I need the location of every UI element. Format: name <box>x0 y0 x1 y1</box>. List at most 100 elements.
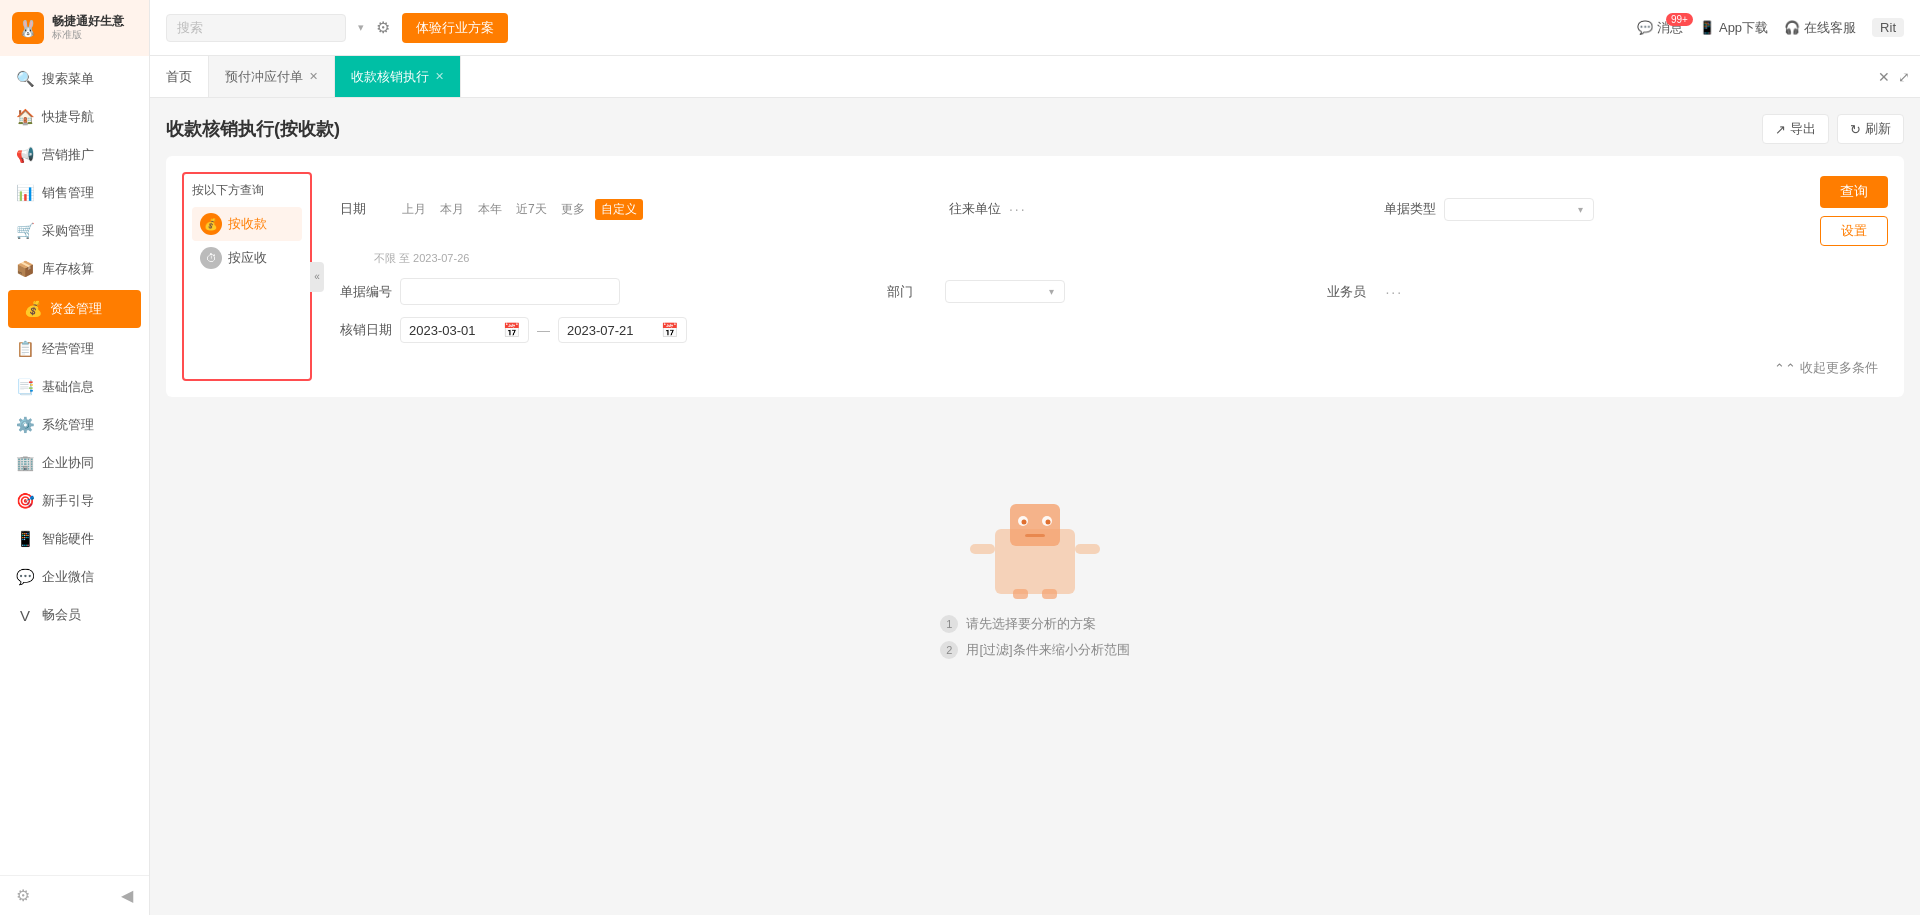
calendar-end-icon[interactable]: 📅 <box>661 322 678 338</box>
search-placeholder: 搜索 <box>177 19 203 37</box>
user-profile[interactable]: Rit <box>1872 18 1904 37</box>
collapse-sidebar-icon[interactable]: ◀ <box>121 886 133 905</box>
sidebar-item-label: 资金管理 <box>50 300 102 318</box>
filter-row-3: 核销日期 📅 — 📅 <box>340 317 1888 343</box>
query-type-by-receivable[interactable]: ⏱ 按应收 <box>192 241 302 275</box>
logo-subtitle: 标准版 <box>52 28 124 42</box>
tab-receipt-offset[interactable]: 收款核销执行 ✕ <box>335 56 461 97</box>
guide-icon: 🎯 <box>16 492 34 510</box>
search-box[interactable]: 搜索 <box>166 14 346 42</box>
sidebar-item-label: 经营管理 <box>42 340 94 358</box>
hardware-icon: 📱 <box>16 530 34 548</box>
settings-bottom-icon[interactable]: ⚙ <box>16 886 30 905</box>
date-shortcut-last-month[interactable]: 上月 <box>398 199 430 220</box>
tab-receipt-close-icon[interactable]: ✕ <box>435 70 444 83</box>
sidebar-item-label: 企业微信 <box>42 568 94 586</box>
export-icon: ↗ <box>1775 122 1786 137</box>
mobile-icon: 📱 <box>1699 20 1715 35</box>
sidebar-item-enterprise-collab[interactable]: 🏢 企业协同 <box>0 444 149 482</box>
salesperson-label: 业务员 <box>1327 283 1377 301</box>
marketing-icon: 📢 <box>16 146 34 164</box>
calendar-start-icon[interactable]: 📅 <box>503 322 520 338</box>
svg-point-4 <box>1022 520 1027 525</box>
close-window-icon[interactable]: ✕ <box>1878 69 1890 85</box>
sidebar-item-marketing[interactable]: 📢 营销推广 <box>0 136 149 174</box>
settings-icon[interactable]: ⚙ <box>376 18 390 37</box>
sidebar-item-guide[interactable]: 🎯 新手引导 <box>0 482 149 520</box>
query-button[interactable]: 查询 <box>1820 176 1888 208</box>
voucher-type-select[interactable]: ▾ <box>1444 198 1594 221</box>
finance-icon: 💰 <box>24 300 42 318</box>
writeoff-date-label: 核销日期 <box>340 321 392 339</box>
page-header-actions: ↗ 导出 ↻ 刷新 <box>1762 114 1904 144</box>
tab-prepay-offset[interactable]: 预付冲应付单 ✕ <box>209 56 335 97</box>
sidebar-item-inventory[interactable]: 📦 库存核算 <box>0 250 149 288</box>
date-shortcut-this-year[interactable]: 本年 <box>474 199 506 220</box>
sidebar-item-label: 采购管理 <box>42 222 94 240</box>
date-shortcut-7days[interactable]: 近7天 <box>512 199 551 220</box>
home-tab-label: 首页 <box>166 68 192 86</box>
system-icon: ⚙️ <box>16 416 34 434</box>
dropdown-arrow-icon[interactable]: ▾ <box>358 21 364 34</box>
sidebar-item-label: 销售管理 <box>42 184 94 202</box>
writeoff-end-date-input[interactable] <box>567 323 657 338</box>
filter-actions: 查询 设置 <box>1820 172 1888 246</box>
date-shortcuts: 上月 本月 本年 近7天 更多 自定义 <box>398 199 643 220</box>
salesperson-dots[interactable]: ··· <box>1385 284 1403 300</box>
sidebar-item-label: 智能硬件 <box>42 530 94 548</box>
purchase-icon: 🛒 <box>16 222 34 240</box>
partner-dots[interactable]: ··· <box>1009 201 1027 217</box>
sidebar-item-operations[interactable]: 📋 经营管理 <box>0 330 149 368</box>
dept-filter-item: 部门 ▾ <box>887 280 1312 303</box>
filter-row-1: 日期 上月 本月 本年 近7天 更多 自定义 往来单位 ··· <box>340 172 1888 246</box>
sidebar-item-basic-info[interactable]: 📑 基础信息 <box>0 368 149 406</box>
empty-text: 1 请先选择要分析的方案 2 用[过滤]条件来缩小分析范围 <box>940 615 1129 659</box>
sidebar-item-purchase[interactable]: 🛒 采购管理 <box>0 212 149 250</box>
sidebar-item-vip[interactable]: V 畅会员 <box>0 596 149 634</box>
collapse-conditions-btn[interactable]: ⌃⌃ 收起更多条件 <box>1764 355 1888 381</box>
online-service-button[interactable]: 🎧 在线客服 <box>1784 19 1856 37</box>
sidebar-item-label: 搜索菜单 <box>42 70 94 88</box>
sidebar-item-finance[interactable]: 💰 资金管理 <box>8 290 141 328</box>
date-shortcut-custom[interactable]: 自定义 <box>595 199 643 220</box>
query-type-by-receipt[interactable]: 💰 按收款 <box>192 207 302 241</box>
sidebar-item-sales[interactable]: 📊 销售管理 <box>0 174 149 212</box>
export-button[interactable]: ↗ 导出 <box>1762 114 1829 144</box>
tab-prepay-close-icon[interactable]: ✕ <box>309 70 318 83</box>
tab-home[interactable]: 首页 <box>150 56 209 97</box>
industry-btn[interactable]: 体验行业方案 <box>402 13 508 43</box>
sidebar-item-smart-hardware[interactable]: 📱 智能硬件 <box>0 520 149 558</box>
message-button[interactable]: 💬 消息 99+ <box>1637 19 1683 37</box>
sales-icon: 📊 <box>16 184 34 202</box>
voucher-no-filter-item: 单据编号 <box>340 278 871 305</box>
app-download-button[interactable]: 📱 App下载 <box>1699 19 1768 37</box>
sidebar-item-system[interactable]: ⚙️ 系统管理 <box>0 406 149 444</box>
voucher-no-label: 单据编号 <box>340 283 392 301</box>
basic-info-icon: 📑 <box>16 378 34 396</box>
svg-rect-6 <box>1025 534 1045 537</box>
voucher-no-input[interactable] <box>400 278 620 305</box>
hint-number-2: 2 <box>940 641 958 659</box>
refresh-button[interactable]: ↻ 刷新 <box>1837 114 1904 144</box>
date-shortcut-this-month[interactable]: 本月 <box>436 199 468 220</box>
message-icon: 💬 <box>1637 20 1653 35</box>
writeoff-start-date-input[interactable] <box>409 323 499 338</box>
partner-filter-item: 往来单位 ··· <box>949 200 1369 218</box>
dept-select[interactable]: ▾ <box>945 280 1065 303</box>
date-shortcut-more[interactable]: 更多 <box>557 199 589 220</box>
date-hint: 不限 至 2023-07-26 <box>374 252 469 264</box>
collapse-query-type-btn[interactable]: « <box>310 262 324 292</box>
date-range-row: 📅 — 📅 <box>400 317 687 343</box>
sidebar-item-enterprise-wechat[interactable]: 💬 企业微信 <box>0 558 149 596</box>
voucher-type-filter-item: 单据类型 ▾ <box>1384 198 1804 221</box>
prepay-tab-label: 预付冲应付单 <box>225 68 303 86</box>
logo-icon: 🐰 <box>12 12 44 44</box>
maximize-icon[interactable]: ⤢ <box>1898 69 1910 85</box>
sidebar-item-quick-nav[interactable]: 🏠 快捷导航 <box>0 98 149 136</box>
salesperson-filter-item: 业务员 ··· <box>1327 283 1752 301</box>
settings-button[interactable]: 设置 <box>1820 216 1888 246</box>
logo-title: 畅捷通好生意 <box>52 14 124 28</box>
empty-hint-1: 1 请先选择要分析的方案 <box>940 615 1096 633</box>
sidebar-item-search-menu[interactable]: 🔍 搜索菜单 <box>0 60 149 98</box>
receivable-type-icon: ⏱ <box>200 247 222 269</box>
